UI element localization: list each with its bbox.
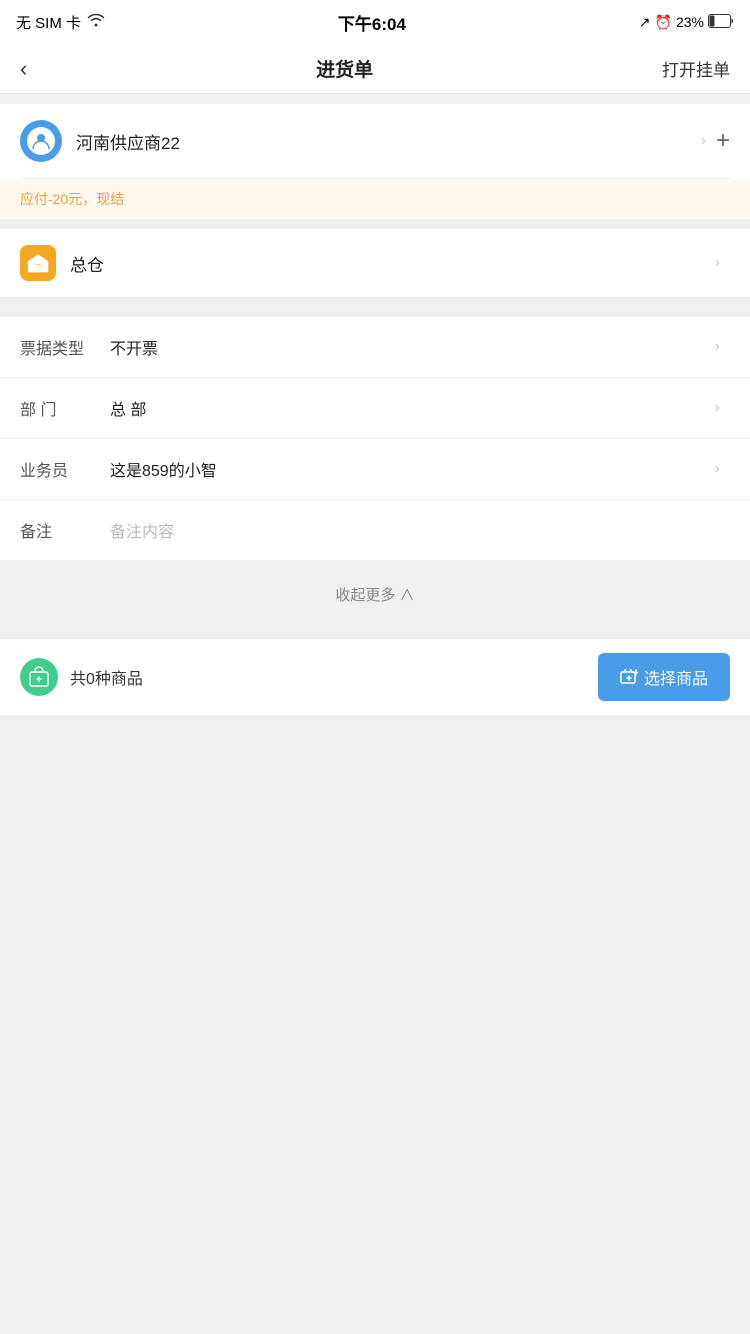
select-product-button[interactable]: 选择商品 (598, 653, 730, 701)
field-placeholder-remark[interactable]: 备注内容 (110, 518, 730, 542)
field-row-invoice-type[interactable]: 票据类型 不开票 › (0, 317, 750, 378)
section-divider-3 (0, 297, 750, 307)
carrier-label: 无 SIM 卡 (16, 12, 81, 33)
field-row-salesperson[interactable]: 业务员 这是859的小智 › (0, 439, 750, 500)
add-supplier-button[interactable]: + (716, 127, 730, 155)
open-pending-button[interactable]: 打开挂单 (662, 56, 730, 81)
field-value-department: 总 部 (110, 396, 715, 420)
invoice-type-chevron-icon: › (715, 338, 720, 356)
status-time: 下午6:04 (338, 10, 406, 35)
field-value-salesperson: 这是859的小智 (110, 457, 715, 481)
field-label-remark: 备注 (20, 518, 100, 542)
battery-icon (708, 14, 734, 31)
warehouse-chevron-icon: › (715, 254, 720, 272)
field-label-salesperson: 业务员 (20, 457, 100, 481)
notice-text: 应付-20元，现结 (20, 191, 124, 207)
field-value-invoice-type: 不开票 (110, 335, 715, 359)
department-chevron-icon: › (715, 399, 720, 417)
product-icon (20, 658, 58, 696)
field-label-invoice-type: 票据类型 (20, 335, 100, 359)
notice-bar: 应付-20元，现结 (0, 179, 750, 219)
nav-bar: ‹ 进货单 打开挂单 (0, 44, 750, 94)
status-right: ↗ ⏰ 23% (639, 14, 734, 31)
location-icon: ↗ (639, 14, 651, 31)
warehouse-name: 总仓 (70, 251, 715, 276)
field-row-department[interactable]: 部 门 总 部 › (0, 378, 750, 439)
battery-label: 23% (676, 14, 704, 30)
supplier-name: 河南供应商22 (76, 129, 701, 154)
section-divider-top (0, 94, 750, 104)
field-section: 票据类型 不开票 › 部 门 总 部 › 业务员 这是859的小智 › 备注 备… (0, 317, 750, 560)
select-product-label: 选择商品 (644, 665, 708, 689)
salesperson-chevron-icon: › (715, 460, 720, 478)
supplier-row[interactable]: 河南供应商22 › + (0, 104, 750, 178)
status-bar: 无 SIM 卡 下午6:04 ↗ ⏰ 23% (0, 0, 750, 44)
collapse-label: 收起更多 ∧ (335, 587, 414, 604)
wifi-icon (87, 13, 105, 31)
supplier-avatar (20, 120, 62, 162)
warehouse-icon (20, 245, 56, 281)
bottom-bar: 共0种商品 选择商品 (0, 639, 750, 715)
product-count-label: 共0种商品 (70, 665, 598, 689)
section-divider-2 (0, 219, 750, 229)
warehouse-row[interactable]: 总仓 › (0, 229, 750, 297)
alarm-icon: ⏰ (655, 14, 672, 31)
back-button[interactable]: ‹ (20, 56, 27, 82)
warehouse-section: 总仓 › (0, 229, 750, 297)
supplier-chevron-icon: › (701, 132, 706, 150)
field-label-department: 部 门 (20, 396, 100, 420)
page-title: 进货单 (316, 55, 373, 82)
supplier-section: 河南供应商22 › + 应付-20元，现结 (0, 104, 750, 219)
collapse-button[interactable]: 收起更多 ∧ (0, 570, 750, 619)
status-left: 无 SIM 卡 (16, 12, 105, 33)
section-divider-4 (0, 619, 750, 629)
avatar-inner (27, 127, 55, 155)
field-row-remark[interactable]: 备注 备注内容 (0, 500, 750, 560)
